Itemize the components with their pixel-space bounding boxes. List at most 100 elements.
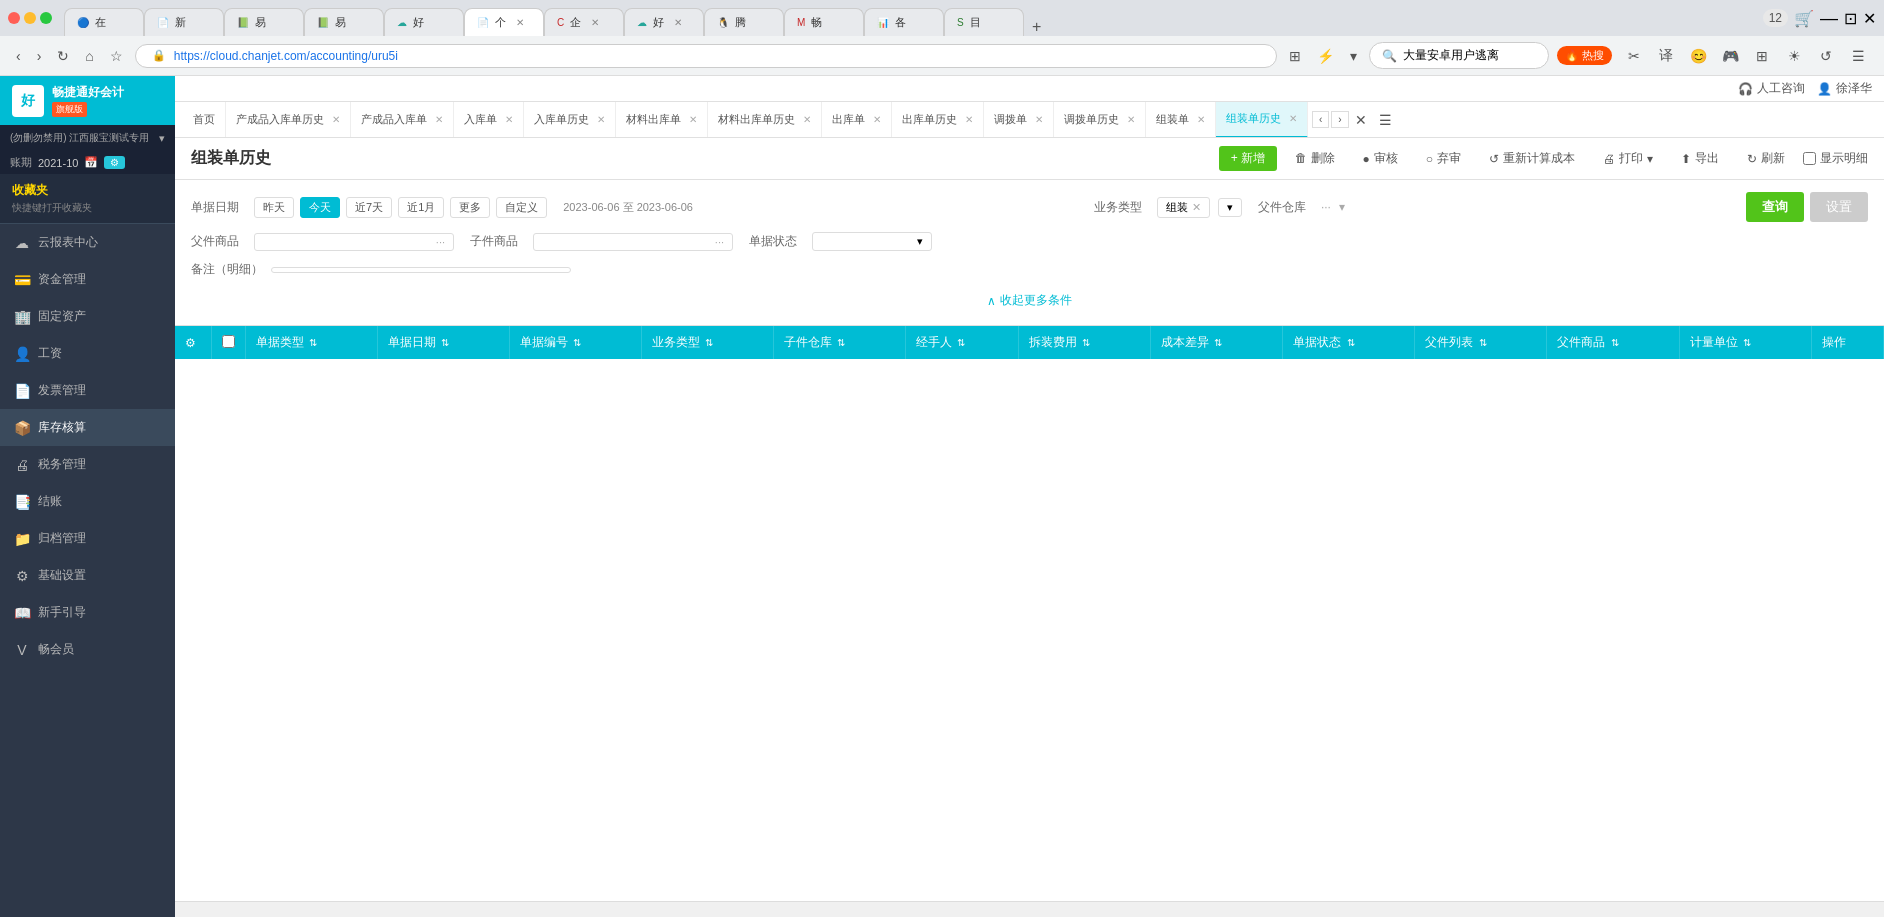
tabs-menu[interactable]: ☰: [1373, 110, 1398, 130]
audit-button[interactable]: ● 审核: [1353, 146, 1408, 171]
tab-11[interactable]: 📊 各: [864, 8, 944, 36]
filter-settings-button[interactable]: 设置: [1810, 192, 1868, 222]
tab-close-outbound[interactable]: ✕: [873, 114, 881, 125]
tab-close-assembly[interactable]: ✕: [1197, 114, 1205, 125]
date-btn-yesterday[interactable]: 昨天: [254, 197, 294, 218]
date-btn-custom[interactable]: 自定义: [496, 197, 547, 218]
parent-warehouse-dropdown[interactable]: ▾: [1339, 200, 1345, 214]
home-button[interactable]: ⌂: [81, 44, 97, 68]
nav-settlement[interactable]: 📑 结账: [0, 483, 175, 520]
collapse-button[interactable]: ∧ 收起更多条件: [191, 288, 1868, 313]
nav-cloud-reports[interactable]: ☁ 云报表中心: [0, 224, 175, 261]
tab-inbound-history[interactable]: 入库单历史 ✕: [524, 102, 616, 138]
date-btn-1month[interactable]: 近1月: [398, 197, 444, 218]
date-btn-more[interactable]: 更多: [450, 197, 490, 218]
nav-invoice[interactable]: 📄 发票管理: [0, 372, 175, 409]
tab-close-material-history[interactable]: ✕: [803, 114, 811, 125]
th-handler[interactable]: 经手人 ⇅: [906, 326, 1019, 359]
add-button[interactable]: + 新增: [1219, 146, 1277, 171]
th-bill-type[interactable]: 单据类型 ⇅: [245, 326, 377, 359]
remove-business-type[interactable]: ✕: [1192, 201, 1201, 214]
search-bar[interactable]: 🔍 大量安卓用户逃离: [1369, 42, 1549, 69]
close-all-tabs[interactable]: ✕: [1349, 110, 1373, 130]
forward-button[interactable]: ›: [33, 44, 46, 68]
menu-icon[interactable]: ☰: [1844, 42, 1872, 70]
export-button[interactable]: ⬆ 导出: [1671, 146, 1729, 171]
tab-transfer[interactable]: 调拨单 ✕: [984, 102, 1054, 138]
tab-finished-goods[interactable]: 产成品入库单 ✕: [351, 102, 454, 138]
date-btn-7days[interactable]: 近7天: [346, 197, 392, 218]
tab-close-material[interactable]: ✕: [689, 114, 697, 125]
scissors-icon[interactable]: ✂: [1620, 42, 1648, 70]
period-settings-button[interactable]: ⚙: [104, 156, 125, 169]
tab-close-transfer-history[interactable]: ✕: [1127, 114, 1135, 125]
bill-status-dropdown[interactable]: ▾: [812, 232, 932, 251]
tab-8[interactable]: ☁ 好 ✕: [624, 8, 704, 36]
bookmark-button[interactable]: ☆: [106, 44, 127, 68]
tab-assembly[interactable]: 组装单 ✕: [1146, 102, 1216, 138]
tab-5[interactable]: ☁ 好: [384, 8, 464, 36]
brightness-icon[interactable]: ☀: [1780, 42, 1808, 70]
refresh-browser-button[interactable]: ↻: [53, 44, 73, 68]
query-button[interactable]: 查询: [1746, 192, 1804, 222]
show-details-checkbox[interactable]: [1803, 152, 1816, 165]
nav-fixed-assets[interactable]: 🏢 固定资产: [0, 298, 175, 335]
tab-close-finished[interactable]: ✕: [435, 114, 443, 125]
th-cost-diff[interactable]: 成本差异 ⇅: [1151, 326, 1283, 359]
tab-home[interactable]: 首页: [183, 102, 226, 138]
lightning-button[interactable]: ⚡: [1313, 44, 1338, 68]
nav-funds[interactable]: 💳 资金管理: [0, 261, 175, 298]
th-parent-goods[interactable]: 父件商品 ⇅: [1547, 326, 1679, 359]
tab-transfer-history[interactable]: 调拨单历史 ✕: [1054, 102, 1146, 138]
tab-1[interactable]: 🔵 在: [64, 8, 144, 36]
tab-inbound[interactable]: 入库单 ✕: [454, 102, 524, 138]
nav-member[interactable]: V 畅会员: [0, 631, 175, 668]
tab-close-transfer[interactable]: ✕: [1035, 114, 1043, 125]
back-button[interactable]: ‹: [12, 44, 25, 68]
qr-code-button[interactable]: ⊞: [1285, 44, 1305, 68]
tab-10[interactable]: M 畅: [784, 8, 864, 36]
child-goods-input[interactable]: ···: [533, 233, 733, 251]
tab-close-assembly-history[interactable]: ✕: [1289, 113, 1297, 124]
nav-basic-settings[interactable]: ⚙ 基础设置: [0, 557, 175, 594]
tab-close-outbound-history[interactable]: ✕: [965, 114, 973, 125]
th-bill-status[interactable]: 单据状态 ⇅: [1283, 326, 1415, 359]
nav-guide[interactable]: 📖 新手引导: [0, 594, 175, 631]
tab-3[interactable]: 📗 易: [224, 8, 304, 36]
date-btn-today[interactable]: 今天: [300, 197, 340, 218]
tab-prev[interactable]: ‹: [1312, 111, 1329, 128]
company-selector[interactable]: (勿删勿禁用) 江西服宝测试专用 ▾: [0, 125, 175, 151]
refresh-button[interactable]: ↻ 刷新: [1737, 146, 1795, 171]
th-bill-date[interactable]: 单据日期 ⇅: [377, 326, 509, 359]
tab-9[interactable]: 🐧 腾: [704, 8, 784, 36]
tab-material-outbound[interactable]: 材料出库单 ✕: [616, 102, 708, 138]
emoji-icon[interactable]: 😊: [1684, 42, 1712, 70]
translate-icon[interactable]: 译: [1652, 42, 1680, 70]
parent-goods-input[interactable]: ···: [254, 233, 454, 251]
th-disassemble-fee[interactable]: 拆装费用 ⇅: [1018, 326, 1150, 359]
dropdown-button[interactable]: ▾: [1346, 44, 1361, 68]
th-parent-list[interactable]: 父件列表 ⇅: [1415, 326, 1547, 359]
hot-search-badge[interactable]: 🔥 热搜: [1557, 46, 1612, 65]
tab-4[interactable]: 📗 易: [304, 8, 384, 36]
tab-close-inbound[interactable]: ✕: [505, 114, 513, 125]
th-unit[interactable]: 计量单位 ⇅: [1679, 326, 1811, 359]
th-child-warehouse[interactable]: 子件仓库 ⇅: [774, 326, 906, 359]
th-business-type[interactable]: 业务类型 ⇅: [641, 326, 773, 359]
tab-outbound[interactable]: 出库单 ✕: [822, 102, 892, 138]
address-bar[interactable]: 🔒 https://cloud.chanjet.com/accounting/u…: [135, 44, 1277, 68]
nav-tax[interactable]: 🖨 税务管理: [0, 446, 175, 483]
tab-12[interactable]: S 目: [944, 8, 1024, 36]
tab-2[interactable]: 📄 新: [144, 8, 224, 36]
business-type-dropdown[interactable]: ▾: [1218, 198, 1242, 217]
nav-archive[interactable]: 📁 归档管理: [0, 520, 175, 557]
win-min[interactable]: [24, 12, 36, 24]
win-close[interactable]: [8, 12, 20, 24]
delete-button[interactable]: 🗑 删除: [1285, 146, 1344, 171]
remark-input[interactable]: [271, 267, 571, 273]
th-checkbox[interactable]: [211, 326, 245, 359]
nav-salary[interactable]: 👤 工资: [0, 335, 175, 372]
show-details-toggle[interactable]: 显示明细: [1803, 150, 1868, 167]
parent-warehouse-more[interactable]: ···: [1321, 200, 1331, 214]
tab-outbound-history[interactable]: 出库单历史 ✕: [892, 102, 984, 138]
